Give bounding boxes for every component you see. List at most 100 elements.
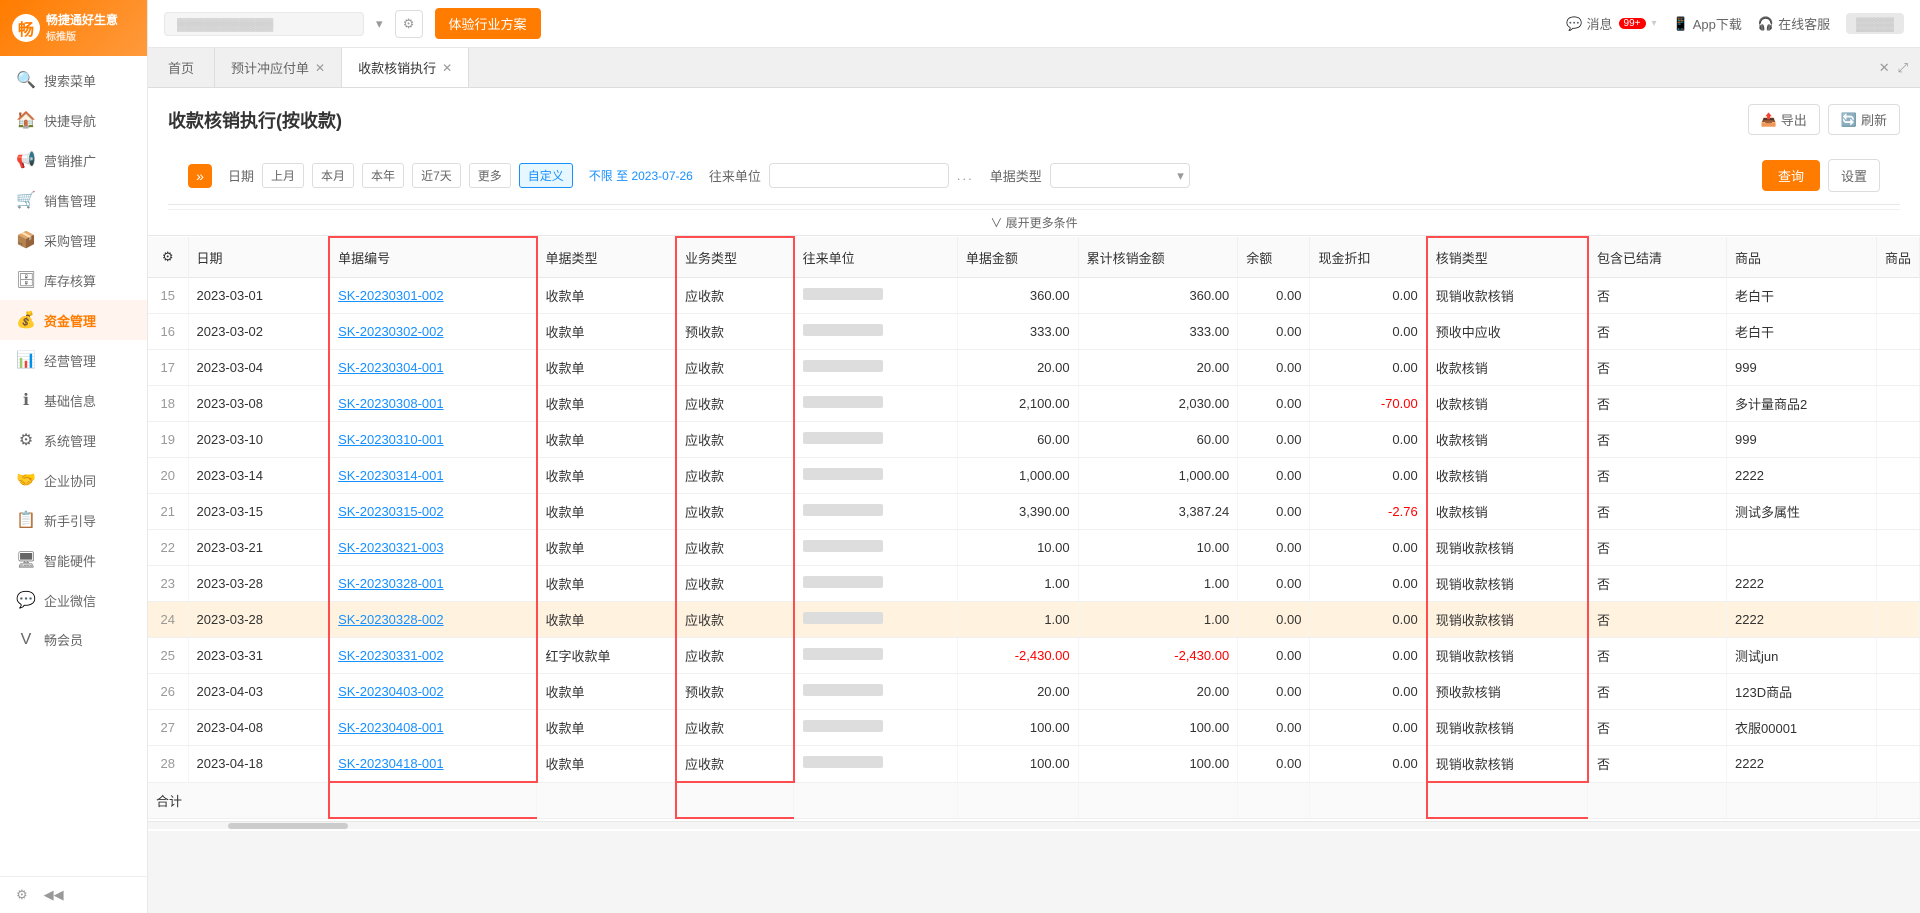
tab-receivable-close[interactable]: ✕ bbox=[315, 61, 325, 75]
sidebar-collapse-icon[interactable]: ◀◀ bbox=[44, 887, 64, 903]
cell-canceltype: 现销收款核销 bbox=[1427, 746, 1588, 783]
messages-btn[interactable]: 💬 消息 99+ ▾ bbox=[1566, 14, 1656, 33]
table-row[interactable]: 25 2023-03-31 SK-20230331-002 红字收款单 应收款 … bbox=[148, 638, 1920, 674]
filter-partner-input[interactable] bbox=[769, 163, 949, 188]
cell-canceltype: 收款核销 bbox=[1427, 494, 1588, 530]
cell-billno: SK-20230301-002 bbox=[329, 278, 536, 314]
table-row[interactable]: 15 2023-03-01 SK-20230301-002 收款单 应收款 36… bbox=[148, 278, 1920, 314]
sidebar-item-marketing[interactable]: 📢 营销推广 bbox=[0, 140, 147, 180]
sidebar-item-basic-label: 基础信息 bbox=[44, 391, 96, 410]
search-icon: 🔍 bbox=[16, 70, 36, 90]
sidebar-item-basic[interactable]: ℹ 基础信息 bbox=[0, 380, 147, 420]
cell-settled: 否 bbox=[1588, 566, 1727, 602]
filter-more-btn[interactable]: 更多 bbox=[469, 163, 511, 188]
sidebar-item-finance[interactable]: 💰 资金管理 bbox=[0, 300, 147, 340]
table-row[interactable]: 24 2023-03-28 SK-20230328-002 收款单 应收款 1.… bbox=[148, 602, 1920, 638]
table-row[interactable]: 21 2023-03-15 SK-20230315-002 收款单 应收款 3,… bbox=[148, 494, 1920, 530]
logo-name: 畅捷通好生意 bbox=[46, 13, 118, 29]
sidebar-item-member[interactable]: V 畅会员 bbox=[0, 620, 147, 659]
tab-close-icon[interactable]: ✕ bbox=[1879, 60, 1890, 76]
cell-cashdisc: 0.00 bbox=[1310, 278, 1427, 314]
col-biztype-header: 业务类型 bbox=[676, 237, 794, 278]
table-row[interactable]: 28 2023-04-18 SK-20230418-001 收款单 应收款 10… bbox=[148, 746, 1920, 783]
cell-no: 21 bbox=[148, 494, 188, 530]
table-row[interactable]: 20 2023-03-14 SK-20230314-001 收款单 应收款 1,… bbox=[148, 458, 1920, 494]
tab-home[interactable]: 首页 bbox=[148, 48, 215, 87]
table-row[interactable]: 18 2023-03-08 SK-20230308-001 收款单 应收款 2,… bbox=[148, 386, 1920, 422]
cell-biztype: 预收款 bbox=[676, 674, 794, 710]
sidebar-item-search[interactable]: 🔍 搜索菜单 bbox=[0, 60, 147, 100]
sidebar-item-inventory[interactable]: 🗄 库存核算 bbox=[0, 260, 147, 300]
tab-collection-close[interactable]: ✕ bbox=[442, 61, 452, 75]
cell-billno: SK-20230321-003 bbox=[329, 530, 536, 566]
cell-partner bbox=[794, 638, 958, 674]
cell-product2 bbox=[1876, 278, 1919, 314]
cell-amount: 100.00 bbox=[957, 746, 1078, 783]
page-title-row: 收款核销执行(按收款) 📤 导出 🔄 刷新 bbox=[168, 104, 1900, 135]
cell-date: 2023-03-21 bbox=[188, 530, 329, 566]
solution-button[interactable]: 体验行业方案 bbox=[435, 8, 541, 39]
filter-last-month-btn[interactable]: 上月 bbox=[262, 163, 304, 188]
table-row[interactable]: 19 2023-03-10 SK-20230310-001 收款单 应收款 60… bbox=[148, 422, 1920, 458]
cell-date: 2023-03-28 bbox=[188, 566, 329, 602]
sidebar-item-sales[interactable]: 🛒 销售管理 bbox=[0, 180, 147, 220]
cell-product: 老白干 bbox=[1727, 278, 1877, 314]
expand-more-btn[interactable]: ∨ 展开更多条件 bbox=[168, 209, 1900, 235]
query-button[interactable]: 查询 bbox=[1762, 160, 1820, 191]
col-canceltype-header: 核销类型 bbox=[1427, 237, 1588, 278]
topbar-dropdown-arrow[interactable]: ▾ bbox=[376, 16, 383, 32]
filter-date-label: 日期 bbox=[228, 166, 254, 185]
user-info[interactable]: ▓▓▓▓ bbox=[1846, 13, 1904, 34]
cell-cashdisc: 0.00 bbox=[1310, 458, 1427, 494]
cell-settled: 否 bbox=[1588, 746, 1727, 783]
support-btn[interactable]: 🎧 在线客服 bbox=[1758, 14, 1830, 33]
tab-expand-icon[interactable]: ⤢ bbox=[1898, 60, 1908, 76]
filter-7days-btn[interactable]: 近7天 bbox=[412, 163, 461, 188]
cell-balance: 0.00 bbox=[1238, 638, 1310, 674]
settings-button[interactable]: 设置 bbox=[1828, 159, 1880, 192]
topbar-settings-btn[interactable]: ⚙ bbox=[395, 10, 423, 38]
app-download-btn[interactable]: 📱 App下载 bbox=[1673, 14, 1742, 33]
cell-no: 16 bbox=[148, 314, 188, 350]
basic-icon: ℹ bbox=[16, 390, 36, 410]
cell-cumulative: 3,387.24 bbox=[1078, 494, 1238, 530]
filter-toggle-btn[interactable]: » bbox=[188, 164, 212, 188]
table-row[interactable]: 16 2023-03-02 SK-20230302-002 收款单 预收款 33… bbox=[148, 314, 1920, 350]
gear-icon: ⚙ bbox=[403, 16, 415, 32]
sidebar-item-corp[interactable]: 🤝 企业协同 bbox=[0, 460, 147, 500]
sidebar-settings-icon[interactable]: ⚙ bbox=[16, 887, 28, 903]
cell-date: 2023-03-14 bbox=[188, 458, 329, 494]
table-row[interactable]: 22 2023-03-21 SK-20230321-003 收款单 应收款 10… bbox=[148, 530, 1920, 566]
col-settings-header[interactable]: ⚙ bbox=[148, 237, 188, 278]
sidebar-item-hardware[interactable]: 🖥 智能硬件 bbox=[0, 540, 147, 580]
table-row[interactable]: 27 2023-04-08 SK-20230408-001 收款单 应收款 10… bbox=[148, 710, 1920, 746]
sidebar-item-guide[interactable]: 📋 新手引导 bbox=[0, 500, 147, 540]
sidebar-item-operation[interactable]: 📊 经营管理 bbox=[0, 340, 147, 380]
cell-product2 bbox=[1876, 638, 1919, 674]
sidebar-item-system[interactable]: ⚙ 系统管理 bbox=[0, 420, 147, 460]
export-button[interactable]: 📤 导出 bbox=[1748, 104, 1820, 135]
cell-date: 2023-03-10 bbox=[188, 422, 329, 458]
tab-receivable[interactable]: 预计冲应付单 ✕ bbox=[215, 48, 342, 87]
cell-settled: 否 bbox=[1588, 710, 1727, 746]
system-icon: ⚙ bbox=[16, 430, 36, 450]
filter-this-year-btn[interactable]: 本年 bbox=[362, 163, 404, 188]
table-row[interactable]: 26 2023-04-03 SK-20230403-002 收款单 预收款 20… bbox=[148, 674, 1920, 710]
filter-billtype-select[interactable]: 收款单 红字收款单 bbox=[1050, 163, 1190, 188]
refresh-button[interactable]: 🔄 刷新 bbox=[1828, 104, 1900, 135]
cell-balance: 0.00 bbox=[1238, 350, 1310, 386]
table-row[interactable]: 17 2023-03-04 SK-20230304-001 收款单 应收款 20… bbox=[148, 350, 1920, 386]
scroll-indicator[interactable] bbox=[228, 823, 348, 829]
sidebar-item-wechat[interactable]: 💬 企业微信 bbox=[0, 580, 147, 620]
cell-settled: 否 bbox=[1588, 674, 1727, 710]
cell-settled: 否 bbox=[1588, 458, 1727, 494]
cell-product2 bbox=[1876, 386, 1919, 422]
sidebar-item-purchase[interactable]: 📦 采购管理 bbox=[0, 220, 147, 260]
filter-this-month-btn[interactable]: 本月 bbox=[312, 163, 354, 188]
filter-custom-btn[interactable]: 自定义 bbox=[519, 163, 573, 188]
tab-collection[interactable]: 收款核销执行 ✕ bbox=[342, 48, 469, 87]
col-product2-header: 商品 bbox=[1876, 237, 1919, 278]
cell-product bbox=[1727, 530, 1877, 566]
table-row[interactable]: 23 2023-03-28 SK-20230328-001 收款单 应收款 1.… bbox=[148, 566, 1920, 602]
sidebar-item-quicknav[interactable]: 🏠 快捷导航 bbox=[0, 100, 147, 140]
